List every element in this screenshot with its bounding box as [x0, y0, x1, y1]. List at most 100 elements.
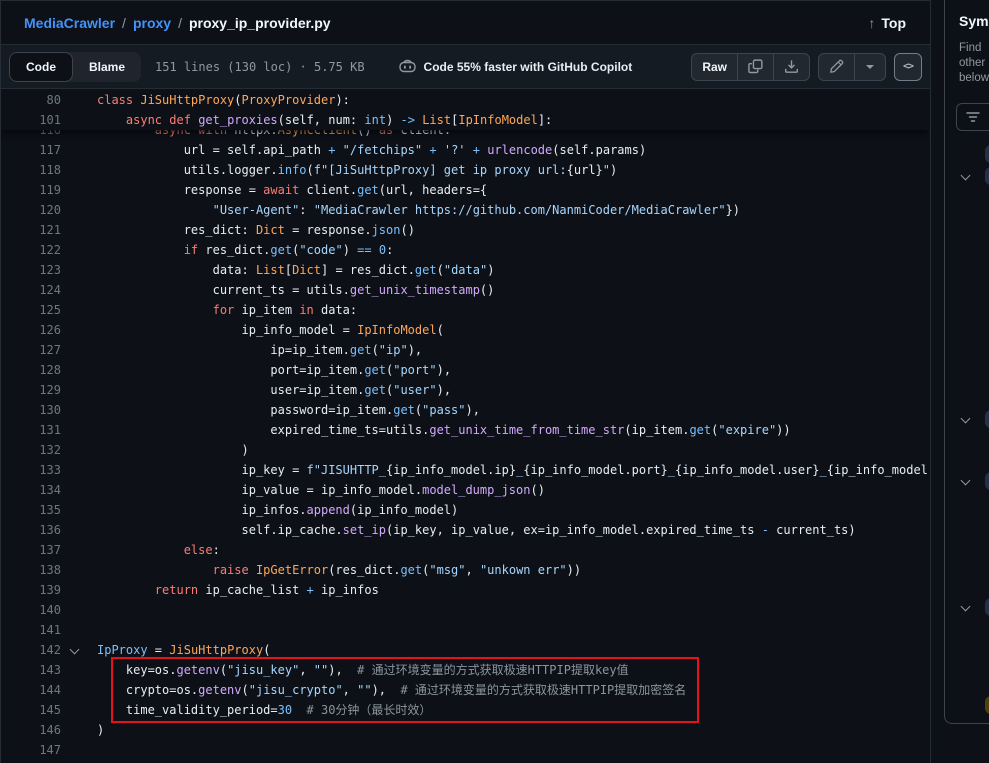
code-line: 143 key=os.getenv("jisu_key", ""), # 通过环… [1, 660, 929, 680]
line-number[interactable]: 119 [1, 180, 61, 200]
code-line: 140 [1, 600, 929, 620]
code-line: 120 "User-Agent": "MediaCrawler https://… [1, 200, 929, 220]
code-line: 80 class JiSuHttpProxy(ProxyProvider): [1, 90, 929, 110]
line-number[interactable]: 129 [1, 380, 61, 400]
code-line-text: async def get_proxies(self, num: int) ->… [97, 110, 552, 130]
copilot-icon [399, 59, 416, 74]
symbol-pill[interactable] [985, 696, 989, 714]
symbol-pill[interactable] [985, 472, 989, 490]
raw-button[interactable]: Raw [692, 54, 737, 80]
code-line: 134 ip_value = ip_info_model.model_dump_… [1, 480, 929, 500]
line-number[interactable]: 141 [1, 620, 61, 640]
chevron-down-icon[interactable] [961, 414, 971, 424]
tab-code[interactable]: Code [9, 52, 73, 82]
code-line: 127 ip=ip_item.get("ip"), [1, 340, 929, 360]
chevron-down-icon[interactable] [961, 171, 971, 181]
breadcrumb-repo-link[interactable]: MediaCrawler [24, 15, 115, 31]
copilot-banner-text: Code 55% faster with GitHub Copilot [424, 60, 633, 74]
code-lines: 116 async with httpx.AsyncClient() as cl… [1, 120, 929, 760]
line-number[interactable]: 122 [1, 240, 61, 260]
line-number[interactable]: 118 [1, 160, 61, 180]
chevron-down-icon[interactable] [961, 602, 971, 612]
code-line: 118 utils.logger.info(f"[JiSuHttpProxy] … [1, 160, 929, 180]
breadcrumb-separator: / [115, 15, 133, 31]
code-line-text: "User-Agent": "MediaCrawler https://gith… [97, 200, 740, 220]
line-number[interactable]: 139 [1, 580, 61, 600]
line-number[interactable]: 121 [1, 220, 61, 240]
symbol-pill[interactable] [985, 598, 989, 616]
symbols-panel-toggle-button[interactable]: <> [894, 53, 922, 81]
download-raw-button[interactable] [773, 54, 809, 80]
code-line-text: port=ip_item.get("port"), [97, 360, 451, 380]
top-button-label: Top [881, 15, 906, 31]
line-number[interactable]: 120 [1, 200, 61, 220]
code-line-text: raise IpGetError(res_dict.get("msg", "un… [97, 560, 581, 580]
symbol-tree-item [945, 598, 989, 616]
code-line-text: ip_infos.append(ip_info_model) [97, 500, 458, 520]
symbol-tree-item [945, 696, 989, 714]
line-number[interactable]: 130 [1, 400, 61, 420]
breadcrumb-folder-link[interactable]: proxy [133, 15, 171, 31]
line-number[interactable]: 132 [1, 440, 61, 460]
line-number[interactable]: 123 [1, 260, 61, 280]
symbol-pill[interactable] [985, 145, 989, 163]
line-number[interactable]: 147 [1, 740, 61, 760]
symbols-filter-input[interactable] [956, 103, 989, 131]
line-number[interactable]: 142 [1, 640, 61, 660]
line-number[interactable]: 80 [1, 90, 61, 110]
chevron-down-icon[interactable] [961, 476, 971, 486]
code-line-text: response = await client.get(url, headers… [97, 180, 487, 200]
code-line: 117 url = self.api_path + "/fetchips" + … [1, 140, 929, 160]
tab-blame[interactable]: Blame [73, 52, 141, 82]
symbols-panel-description: Find other below [959, 41, 989, 86]
collapse-chevron-icon[interactable] [70, 645, 80, 655]
scroll-to-top-button[interactable]: ↑ Top [860, 11, 914, 35]
code-line: 145 time_validity_period=30 # 30分钟（最长时效） [1, 700, 929, 720]
caret-down-icon [865, 64, 875, 70]
code-line: 126 ip_info_model = IpInfoModel( [1, 320, 929, 340]
code-line: 136 self.ip_cache.set_ip(ip_key, ip_valu… [1, 520, 929, 540]
line-number[interactable]: 131 [1, 420, 61, 440]
copilot-banner[interactable]: Code 55% faster with GitHub Copilot [399, 59, 633, 74]
code-line-text: class JiSuHttpProxy(ProxyProvider): [97, 90, 350, 110]
line-number[interactable]: 145 [1, 700, 61, 720]
code-line-text: else: [97, 540, 220, 560]
line-number[interactable]: 133 [1, 460, 61, 480]
code-line: 119 response = await client.get(url, hea… [1, 180, 929, 200]
line-number[interactable]: 124 [1, 280, 61, 300]
line-number[interactable]: 101 [1, 110, 61, 130]
line-number[interactable]: 127 [1, 340, 61, 360]
line-number[interactable]: 126 [1, 320, 61, 340]
line-number[interactable]: 146 [1, 720, 61, 740]
line-number[interactable]: 138 [1, 560, 61, 580]
line-number[interactable]: 125 [1, 300, 61, 320]
line-number[interactable]: 137 [1, 540, 61, 560]
code-blame-toggle: Code Blame [9, 52, 141, 82]
line-number[interactable]: 140 [1, 600, 61, 620]
line-number[interactable]: 144 [1, 680, 61, 700]
symbol-pill[interactable] [985, 410, 989, 428]
edit-file-button[interactable] [819, 54, 854, 80]
symbols-panel-heading: Symbols [959, 13, 989, 29]
code-line-text: for ip_item in data: [97, 300, 357, 320]
line-number[interactable]: 128 [1, 360, 61, 380]
code-line-text: ) [97, 440, 249, 460]
code-line-text: ip_value = ip_info_model.model_dump_json… [97, 480, 545, 500]
code-line: 129 user=ip_item.get("user"), [1, 380, 929, 400]
code-line: 135 ip_infos.append(ip_info_model) [1, 500, 929, 520]
code-line: 138 raise IpGetError(res_dict.get("msg",… [1, 560, 929, 580]
code-line-text: time_validity_period=30 # 30分钟（最长时效） [97, 700, 431, 720]
code-line-text: password=ip_item.get("pass"), [97, 400, 480, 420]
code-line: 128 port=ip_item.get("port"), [1, 360, 929, 380]
symbol-pill[interactable] [985, 167, 989, 185]
line-number[interactable]: 117 [1, 140, 61, 160]
line-number[interactable]: 134 [1, 480, 61, 500]
code-line: 131 expired_time_ts=utils.get_unix_time_… [1, 420, 929, 440]
github-code-view-page: MediaCrawler/proxy/proxy_ip_provider.py … [0, 0, 989, 763]
line-number[interactable]: 135 [1, 500, 61, 520]
copy-raw-button[interactable] [737, 54, 773, 80]
code-line-text: utils.logger.info(f"[JiSuHttpProxy] get … [97, 160, 617, 180]
line-number[interactable]: 136 [1, 520, 61, 540]
line-number[interactable]: 143 [1, 660, 61, 680]
edit-dropdown-button[interactable] [854, 54, 885, 80]
